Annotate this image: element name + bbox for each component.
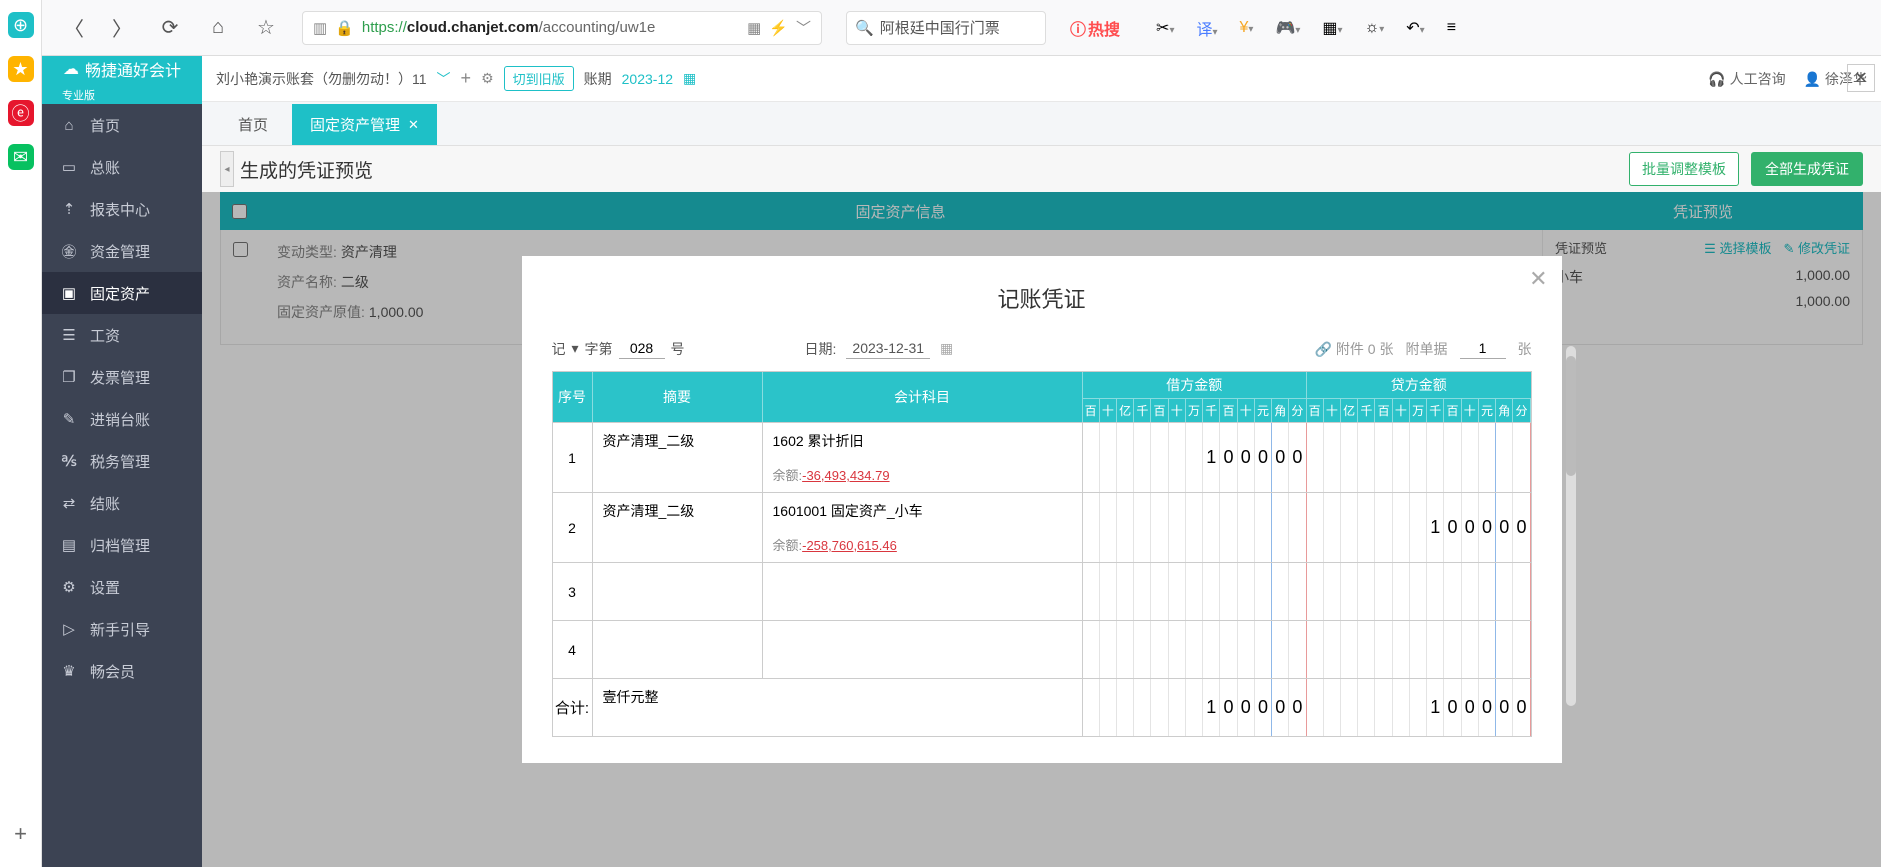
hot-search-tag[interactable]: ⓘ热搜 bbox=[1070, 16, 1120, 40]
voucher-date[interactable]: 2023-12-31 bbox=[846, 338, 930, 359]
browser-toolbar: 〈 〉 ⟳ ⌂ ☆ ▥ 🔒 https://cloud.chanjet.com/… bbox=[42, 0, 1881, 56]
gear-icon[interactable]: ⚙ bbox=[481, 70, 494, 87]
batch-adjust-button[interactable]: 批量调整模板 bbox=[1629, 152, 1739, 186]
voucher-table: 序号 摘要 会计科目 借方金额 贷方金额 百十亿千百十万千百十元角分百十亿千百十… bbox=[552, 371, 1532, 737]
app-topbar: 刘小艳演示账套（勿删勿动！）11 ﹀ + ⚙ 切到旧版 账期 2023-12 ▦… bbox=[202, 56, 1881, 102]
voucher-row[interactable]: 1资产清理_二级1602 累计折旧余额:-36,493,434.79100000 bbox=[553, 422, 1531, 492]
left-nav: ☁畅捷通好会计 专业版 ⌂首页▭总账⇡报表中心㊎资金管理▣固定资产☰工资❐发票管… bbox=[42, 56, 202, 867]
qr-icon[interactable]: ▦ bbox=[747, 19, 761, 37]
sidebar-item-6[interactable]: ❐发票管理 bbox=[42, 356, 202, 398]
close-icon[interactable]: ✕ bbox=[408, 117, 419, 133]
wallet-icon[interactable]: ¥▾ bbox=[1240, 19, 1254, 37]
sidebar-item-9[interactable]: ⇄结账 bbox=[42, 482, 202, 524]
search-text: 阿根廷中国行门票 bbox=[880, 17, 1000, 38]
chevron-down-icon[interactable]: ▾ bbox=[572, 340, 579, 357]
sidebar-item-5[interactable]: ☰工资 bbox=[42, 314, 202, 356]
forward-icon[interactable]: 〉 bbox=[110, 16, 134, 40]
sidebar-item-0[interactable]: ⌂首页 bbox=[42, 104, 202, 146]
data-area: 固定资产信息 凭证预览 变动类型:资产清理 资产名称:二级 固定资产原值:1,0… bbox=[202, 192, 1881, 867]
sidebar-item-1[interactable]: ▭总账 bbox=[42, 146, 202, 188]
th-debit: 借方金额 bbox=[1083, 372, 1308, 398]
sidebar-item-4[interactable]: ▣固定资产 bbox=[42, 272, 202, 314]
os-icon-4[interactable]: ✉ bbox=[8, 144, 34, 170]
th-credit: 贷方金额 bbox=[1307, 372, 1531, 398]
tab-bar: 首页 固定资产管理✕ bbox=[202, 102, 1881, 146]
app-container: ☁畅捷通好会计 专业版 ⌂首页▭总账⇡报表中心㊎资金管理▣固定资产☰工资❐发票管… bbox=[42, 56, 1881, 867]
voucher-no-input[interactable] bbox=[619, 338, 665, 359]
scrollbar[interactable] bbox=[1566, 346, 1576, 706]
os-icon-3[interactable]: ⓔ bbox=[8, 100, 34, 126]
brightness-icon[interactable]: ☼▾ bbox=[1365, 19, 1385, 37]
os-sidebar: ⊕ ★ ⓔ ✉ + bbox=[0, 0, 42, 867]
sidebar-item-12[interactable]: ▷新手引导 bbox=[42, 608, 202, 650]
period-value[interactable]: 2023-12 bbox=[622, 71, 673, 87]
voucher-row[interactable]: 3 bbox=[553, 562, 1531, 620]
voucher-total-row: 合计: 壹仟元整 100000100000 bbox=[553, 678, 1531, 736]
sidebar-item-11[interactable]: ⚙设置 bbox=[42, 566, 202, 608]
page-title: 生成的凭证预览 bbox=[240, 156, 373, 183]
collapse-handle[interactable]: ◂ bbox=[220, 151, 234, 187]
os-icon-1[interactable]: ⊕ bbox=[8, 12, 34, 38]
voucher-row[interactable]: 2资产清理_二级1601001 固定资产_小车余额:-258,760,615.4… bbox=[553, 492, 1531, 562]
sidebar-item-7[interactable]: ✎进销台账 bbox=[42, 398, 202, 440]
account-selector[interactable]: 刘小艳演示账套（勿删勿动！）11 ﹀ + ⚙ 切到旧版 账期 2023-12 ▦ bbox=[216, 66, 696, 91]
voucher-row[interactable]: 4 bbox=[553, 620, 1531, 678]
reload-icon[interactable]: ⟳ bbox=[158, 16, 182, 40]
favorite-icon[interactable]: ☆ bbox=[254, 16, 278, 40]
generate-all-button[interactable]: 全部生成凭证 bbox=[1751, 152, 1863, 186]
attach-link[interactable]: 🔗 附件 0 张 bbox=[1315, 339, 1394, 359]
back-icon[interactable]: 〈 bbox=[62, 16, 86, 40]
url-text: https://cloud.chanjet.com/accounting/uw1… bbox=[362, 19, 655, 36]
scissors-icon[interactable]: ✂▾ bbox=[1156, 18, 1174, 38]
shield-icon: ▥ bbox=[313, 19, 327, 37]
sidebar-item-13[interactable]: ♛畅会员 bbox=[42, 650, 202, 692]
lock-icon: 🔒 bbox=[335, 19, 354, 37]
panel-close-icon[interactable]: ✕ bbox=[1847, 64, 1875, 92]
home-icon[interactable]: ⌂ bbox=[206, 16, 230, 40]
search-box[interactable]: 🔍 阿根廷中国行门票 bbox=[846, 11, 1046, 45]
th-index: 序号 bbox=[553, 372, 593, 422]
undo-icon[interactable]: ↶▾ bbox=[1406, 18, 1424, 38]
tab-home[interactable]: 首页 bbox=[220, 104, 286, 145]
search-icon: 🔍 bbox=[855, 19, 874, 37]
th-summary: 摘要 bbox=[593, 372, 763, 422]
th-account: 会计科目 bbox=[763, 372, 1083, 422]
main-area: ✕ 刘小艳演示账套（勿删勿动！）11 ﹀ + ⚙ 切到旧版 账期 2023-12… bbox=[202, 56, 1881, 867]
add-app-icon[interactable]: + bbox=[14, 821, 27, 847]
switch-version-button[interactable]: 切到旧版 bbox=[504, 66, 574, 91]
apps-icon[interactable]: ▦▾ bbox=[1322, 18, 1342, 38]
sub-header: ◂ 生成的凭证预览 批量调整模板 全部生成凭证 bbox=[202, 146, 1881, 192]
modal-meta: 记▾ 字第 号 日期: 2023-12-31 ▦ 🔗 附件 0 张 bbox=[552, 338, 1532, 359]
sidebar-item-8[interactable]: ℁税务管理 bbox=[42, 440, 202, 482]
tab-fixed-assets[interactable]: 固定资产管理✕ bbox=[292, 104, 437, 145]
calendar-icon[interactable]: ▦ bbox=[683, 70, 696, 87]
brand: ☁畅捷通好会计 专业版 bbox=[42, 56, 202, 104]
sidebar-item-3[interactable]: ㊎资金管理 bbox=[42, 230, 202, 272]
game-icon[interactable]: 🎮▾ bbox=[1275, 18, 1300, 38]
browser-tools: ✂▾ 译▾ ¥▾ 🎮▾ ▦▾ ☼▾ ↶▾ ≡ bbox=[1156, 16, 1456, 40]
calendar-icon[interactable]: ▦ bbox=[940, 340, 953, 357]
slip-count-input[interactable] bbox=[1460, 338, 1506, 359]
translate-icon[interactable]: 译▾ bbox=[1196, 16, 1217, 40]
menu-icon[interactable]: ≡ bbox=[1447, 19, 1456, 37]
modal-title: 记账凭证 bbox=[552, 282, 1532, 314]
cloud-icon: ☁ bbox=[63, 59, 79, 79]
modal-close-icon[interactable]: ✕ bbox=[1529, 266, 1547, 292]
period-label: 账期 bbox=[584, 69, 612, 89]
url-bar[interactable]: ▥ 🔒 https://cloud.chanjet.com/accounting… bbox=[302, 11, 822, 45]
chevron-down-icon[interactable]: ﹀ bbox=[437, 69, 451, 89]
bolt-icon[interactable]: ⚡ bbox=[769, 19, 788, 37]
headset-icon[interactable]: 🎧 人工咨询 bbox=[1708, 69, 1785, 89]
sidebar-item-10[interactable]: ▤归档管理 bbox=[42, 524, 202, 566]
sidebar-item-2[interactable]: ⇡报表中心 bbox=[42, 188, 202, 230]
modal-overlay: ✕ 记账凭证 记▾ 字第 号 日期: 2023-12-31 ▦ bbox=[202, 192, 1881, 867]
os-icon-2[interactable]: ★ bbox=[8, 56, 34, 82]
chevron-down-icon[interactable]: ﹀ bbox=[796, 17, 811, 38]
voucher-modal: ✕ 记账凭证 记▾ 字第 号 日期: 2023-12-31 ▦ bbox=[522, 256, 1562, 763]
add-icon[interactable]: + bbox=[461, 68, 472, 89]
